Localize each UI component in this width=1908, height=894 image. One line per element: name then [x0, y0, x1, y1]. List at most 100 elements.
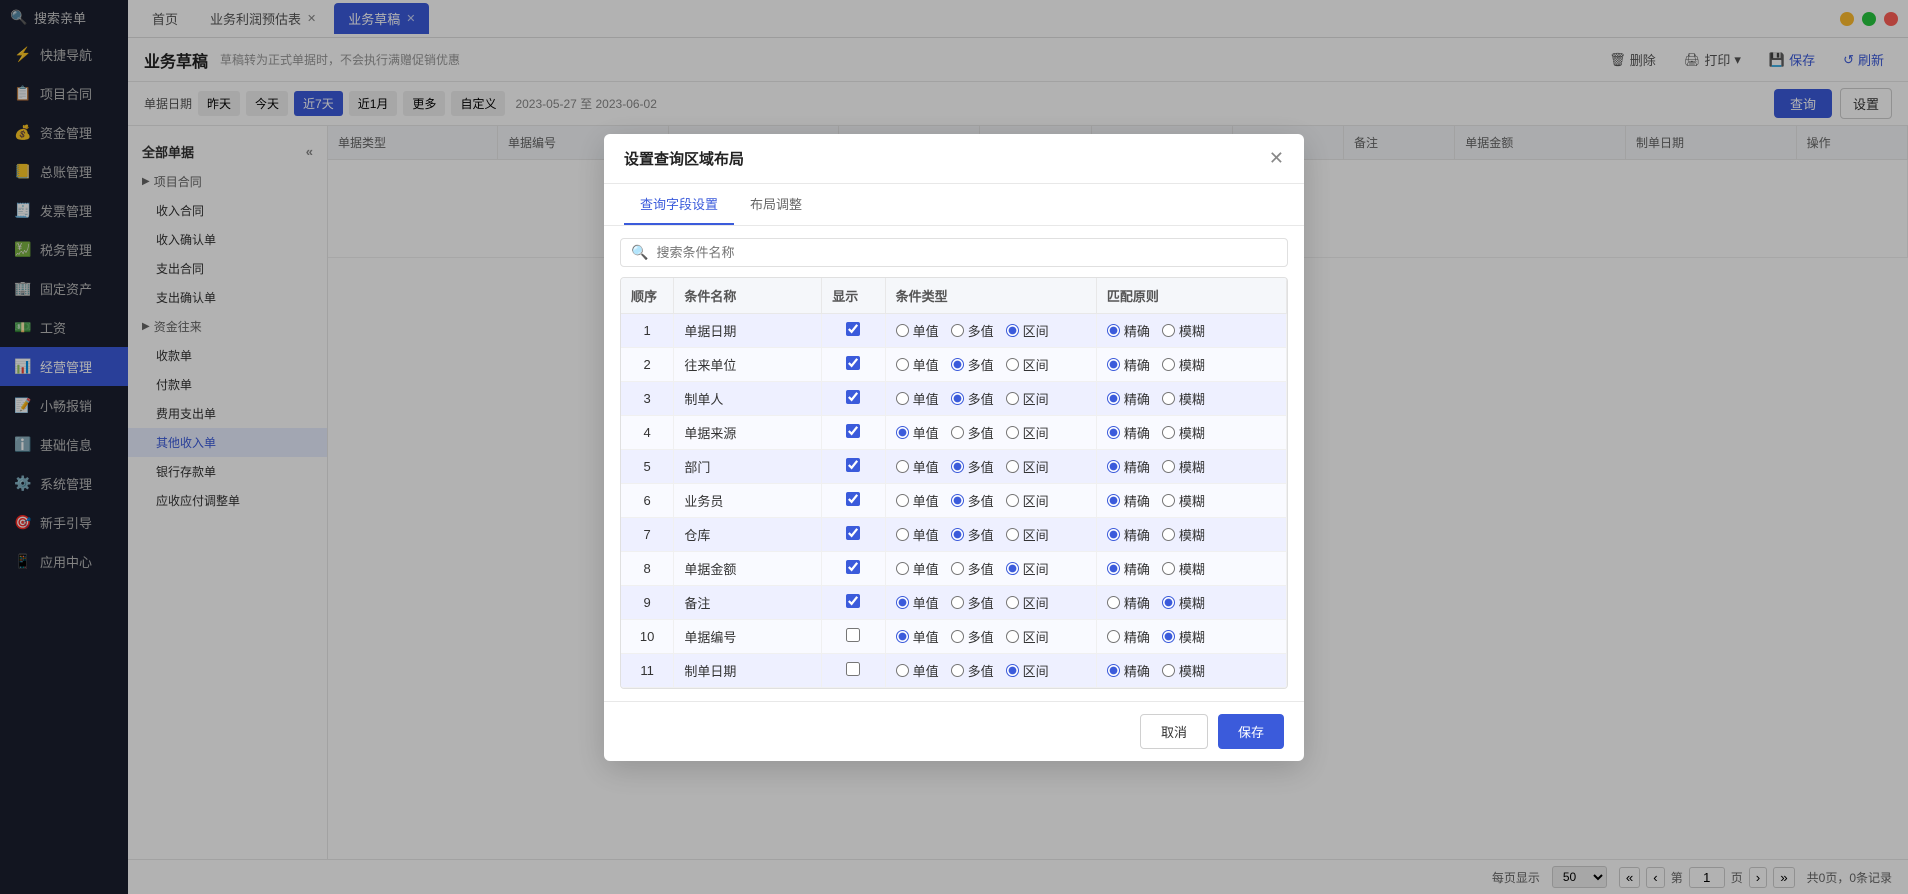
match-match_fuzzy-label[interactable]: 模糊: [1162, 661, 1205, 680]
type-type_multi-label[interactable]: 多值: [951, 593, 994, 612]
type-type_single-radio[interactable]: [896, 596, 909, 609]
type-type_range-radio[interactable]: [1006, 596, 1019, 609]
match-match_exact-radio[interactable]: [1107, 426, 1120, 439]
match-match_fuzzy-radio[interactable]: [1162, 494, 1175, 507]
type-type_range-radio[interactable]: [1006, 324, 1019, 337]
type-type_range-radio[interactable]: [1006, 664, 1019, 677]
type-type_range-radio[interactable]: [1006, 562, 1019, 575]
type-type_single-radio[interactable]: [896, 426, 909, 439]
type-type_multi-radio[interactable]: [951, 562, 964, 575]
type-type_multi-label[interactable]: 多值: [951, 661, 994, 680]
match-match_fuzzy-label[interactable]: 模糊: [1162, 627, 1205, 646]
match-match_fuzzy-label[interactable]: 模糊: [1162, 423, 1205, 442]
show-checkbox[interactable]: [846, 662, 860, 676]
match-match_fuzzy-radio[interactable]: [1162, 596, 1175, 609]
show-checkbox[interactable]: [846, 526, 860, 540]
type-type_range-radio[interactable]: [1006, 426, 1019, 439]
match-match_exact-radio[interactable]: [1107, 358, 1120, 371]
match-match_fuzzy-label[interactable]: 模糊: [1162, 321, 1205, 340]
show-checkbox[interactable]: [846, 390, 860, 404]
show-checkbox[interactable]: [846, 424, 860, 438]
match-match_fuzzy-radio[interactable]: [1162, 358, 1175, 371]
type-type_single-radio[interactable]: [896, 460, 909, 473]
type-type_range-label[interactable]: 区间: [1006, 491, 1049, 510]
type-type_range-radio[interactable]: [1006, 528, 1019, 541]
type-type_single-radio[interactable]: [896, 664, 909, 677]
show-checkbox[interactable]: [846, 458, 860, 472]
match-match_fuzzy-label[interactable]: 模糊: [1162, 457, 1205, 476]
match-match_fuzzy-label[interactable]: 模糊: [1162, 355, 1205, 374]
type-type_range-radio[interactable]: [1006, 494, 1019, 507]
type-type_range-label[interactable]: 区间: [1006, 389, 1049, 408]
match-match_exact-label[interactable]: 精确: [1107, 525, 1150, 544]
show-checkbox[interactable]: [846, 322, 860, 336]
match-match_fuzzy-label[interactable]: 模糊: [1162, 525, 1205, 544]
type-type_single-radio[interactable]: [896, 562, 909, 575]
type-type_multi-radio[interactable]: [951, 596, 964, 609]
type-type_range-label[interactable]: 区间: [1006, 627, 1049, 646]
type-type_multi-label[interactable]: 多值: [951, 491, 994, 510]
type-type_multi-label[interactable]: 多值: [951, 627, 994, 646]
type-type_multi-label[interactable]: 多值: [951, 525, 994, 544]
match-match_exact-radio[interactable]: [1107, 528, 1120, 541]
type-type_multi-radio[interactable]: [951, 358, 964, 371]
type-type_range-label[interactable]: 区间: [1006, 423, 1049, 442]
type-type_multi-label[interactable]: 多值: [951, 355, 994, 374]
show-checkbox[interactable]: [846, 594, 860, 608]
type-type_range-radio[interactable]: [1006, 460, 1019, 473]
match-match_fuzzy-radio[interactable]: [1162, 562, 1175, 575]
match-match_fuzzy-radio[interactable]: [1162, 324, 1175, 337]
type-type_multi-radio[interactable]: [951, 392, 964, 405]
match-match_exact-radio[interactable]: [1107, 392, 1120, 405]
show-checkbox[interactable]: [846, 356, 860, 370]
type-type_single-label[interactable]: 单值: [896, 559, 939, 578]
modal-save-button[interactable]: 保存: [1218, 714, 1284, 749]
match-match_fuzzy-radio[interactable]: [1162, 630, 1175, 643]
type-type_multi-label[interactable]: 多值: [951, 559, 994, 578]
match-match_exact-radio[interactable]: [1107, 630, 1120, 643]
type-type_multi-radio[interactable]: [951, 528, 964, 541]
type-type_single-radio[interactable]: [896, 528, 909, 541]
match-match_exact-label[interactable]: 精确: [1107, 321, 1150, 340]
type-type_single-radio[interactable]: [896, 630, 909, 643]
match-match_exact-label[interactable]: 精确: [1107, 457, 1150, 476]
type-type_multi-radio[interactable]: [951, 324, 964, 337]
match-match_exact-label[interactable]: 精确: [1107, 355, 1150, 374]
type-type_range-label[interactable]: 区间: [1006, 321, 1049, 340]
type-type_range-radio[interactable]: [1006, 630, 1019, 643]
match-match_fuzzy-label[interactable]: 模糊: [1162, 389, 1205, 408]
type-type_range-radio[interactable]: [1006, 358, 1019, 371]
match-match_fuzzy-radio[interactable]: [1162, 460, 1175, 473]
match-match_fuzzy-label[interactable]: 模糊: [1162, 491, 1205, 510]
type-type_range-radio[interactable]: [1006, 392, 1019, 405]
type-type_single-label[interactable]: 单值: [896, 525, 939, 544]
match-match_fuzzy-radio[interactable]: [1162, 392, 1175, 405]
show-checkbox[interactable]: [846, 628, 860, 642]
cancel-button[interactable]: 取消: [1140, 714, 1208, 749]
match-match_exact-radio[interactable]: [1107, 596, 1120, 609]
modal-search-input[interactable]: [656, 245, 1277, 260]
type-type_single-label[interactable]: 单值: [896, 423, 939, 442]
type-type_multi-radio[interactable]: [951, 460, 964, 473]
match-match_exact-label[interactable]: 精确: [1107, 661, 1150, 680]
type-type_range-label[interactable]: 区间: [1006, 457, 1049, 476]
type-type_single-label[interactable]: 单值: [896, 627, 939, 646]
type-type_single-radio[interactable]: [896, 324, 909, 337]
match-match_exact-label[interactable]: 精确: [1107, 423, 1150, 442]
match-match_exact-radio[interactable]: [1107, 562, 1120, 575]
modal-tab-field[interactable]: 查询字段设置: [624, 184, 734, 225]
type-type_multi-radio[interactable]: [951, 426, 964, 439]
type-type_single-radio[interactable]: [896, 392, 909, 405]
type-type_single-radio[interactable]: [896, 494, 909, 507]
type-type_multi-radio[interactable]: [951, 664, 964, 677]
type-type_single-radio[interactable]: [896, 358, 909, 371]
match-match_exact-label[interactable]: 精确: [1107, 491, 1150, 510]
match-match_exact-radio[interactable]: [1107, 460, 1120, 473]
match-match_fuzzy-radio[interactable]: [1162, 664, 1175, 677]
show-checkbox[interactable]: [846, 560, 860, 574]
type-type_range-label[interactable]: 区间: [1006, 661, 1049, 680]
match-match_exact-radio[interactable]: [1107, 324, 1120, 337]
type-type_multi-radio[interactable]: [951, 494, 964, 507]
match-match_exact-label[interactable]: 精确: [1107, 593, 1150, 612]
type-type_range-label[interactable]: 区间: [1006, 355, 1049, 374]
